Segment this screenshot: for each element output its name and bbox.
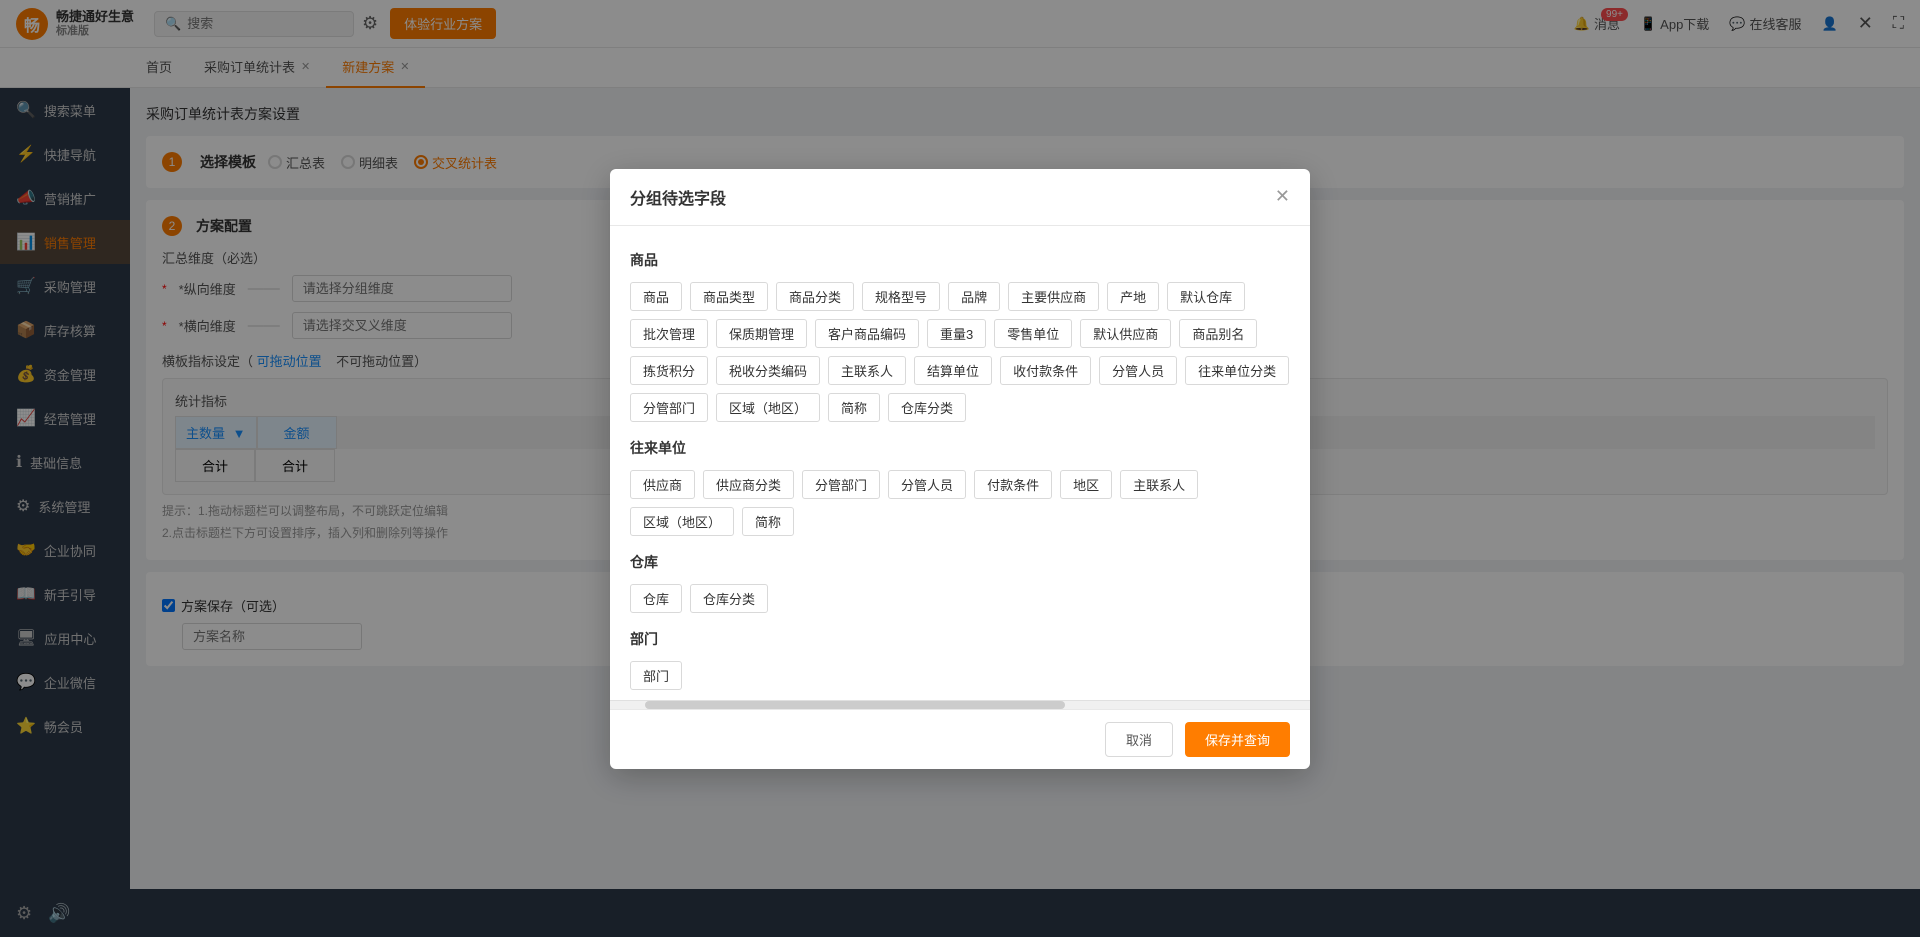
tag-product-9[interactable]: 保质期管理 [716,319,807,348]
dialog: 分组待选字段 ✕ 商品 商品 商品类型 商品分类 规格型号 品牌 主要供应商 产… [610,169,1310,769]
tag-product-11[interactable]: 重量3 [927,319,986,348]
section-warehouse-title: 仓库 [630,552,1290,572]
section-warehouse-tags: 仓库 仓库分类 [630,584,1290,613]
tag-product-12[interactable]: 零售单位 [994,319,1072,348]
section-partner-title: 往来单位 [630,438,1290,458]
dialog-footer: 取消 保存并查询 [610,709,1310,769]
tag-product-25[interactable]: 仓库分类 [888,393,966,422]
section-dept-title: 部门 [630,629,1290,649]
section-partner-tags: 供应商 供应商分类 分管部门 分管人员 付款条件 地区 主联系人 区域（地区） … [630,470,1290,536]
tag-product-3[interactable]: 规格型号 [862,282,940,311]
tag-product-19[interactable]: 收付款条件 [1000,356,1091,385]
tag-partner-6[interactable]: 主联系人 [1120,470,1198,499]
tag-product-24[interactable]: 简称 [828,393,880,422]
tag-product-14[interactable]: 商品别名 [1179,319,1257,348]
tag-partner-0[interactable]: 供应商 [630,470,695,499]
dialog-close-btn[interactable]: ✕ [1275,186,1290,207]
tag-product-2[interactable]: 商品分类 [776,282,854,311]
dialog-header: 分组待选字段 ✕ [610,169,1310,226]
section-product-tags: 商品 商品类型 商品分类 规格型号 品牌 主要供应商 产地 默认仓库 批次管理 … [630,282,1290,422]
dialog-body[interactable]: 商品 商品 商品类型 商品分类 规格型号 品牌 主要供应商 产地 默认仓库 批次… [610,226,1310,700]
section-product-title: 商品 [630,250,1290,270]
tag-partner-2[interactable]: 分管部门 [802,470,880,499]
tag-product-7[interactable]: 默认仓库 [1167,282,1245,311]
scrollbar-thumb-h [645,701,1065,709]
dialog-h-scrollbar[interactable] [610,700,1310,709]
tag-product-15[interactable]: 拣货积分 [630,356,708,385]
section-dept-tags: 部门 [630,661,1290,690]
tag-partner-5[interactable]: 地区 [1060,470,1112,499]
tag-product-20[interactable]: 分管人员 [1099,356,1177,385]
tag-partner-4[interactable]: 付款条件 [974,470,1052,499]
tag-product-0[interactable]: 商品 [630,282,682,311]
tag-product-17[interactable]: 主联系人 [828,356,906,385]
tag-product-22[interactable]: 分管部门 [630,393,708,422]
tag-product-8[interactable]: 批次管理 [630,319,708,348]
tag-partner-7[interactable]: 区域（地区） [630,507,734,536]
tag-partner-1[interactable]: 供应商分类 [703,470,794,499]
tag-product-13[interactable]: 默认供应商 [1080,319,1171,348]
tag-product-6[interactable]: 产地 [1107,282,1159,311]
tag-dept-0[interactable]: 部门 [630,661,682,690]
tag-product-18[interactable]: 结算单位 [914,356,992,385]
tag-product-16[interactable]: 税收分类编码 [716,356,820,385]
tag-partner-8[interactable]: 简称 [742,507,794,536]
tag-product-5[interactable]: 主要供应商 [1008,282,1099,311]
tag-product-10[interactable]: 客户商品编码 [815,319,919,348]
dialog-title: 分组待选字段 [630,185,726,209]
tag-warehouse-0[interactable]: 仓库 [630,584,682,613]
tag-warehouse-1[interactable]: 仓库分类 [690,584,768,613]
tag-partner-3[interactable]: 分管人员 [888,470,966,499]
tag-product-1[interactable]: 商品类型 [690,282,768,311]
tag-product-21[interactable]: 往来单位分类 [1185,356,1289,385]
tag-product-23[interactable]: 区域（地区） [716,393,820,422]
cancel-button[interactable]: 取消 [1105,722,1173,757]
confirm-button[interactable]: 保存并查询 [1185,722,1290,757]
tag-product-4[interactable]: 品牌 [948,282,1000,311]
